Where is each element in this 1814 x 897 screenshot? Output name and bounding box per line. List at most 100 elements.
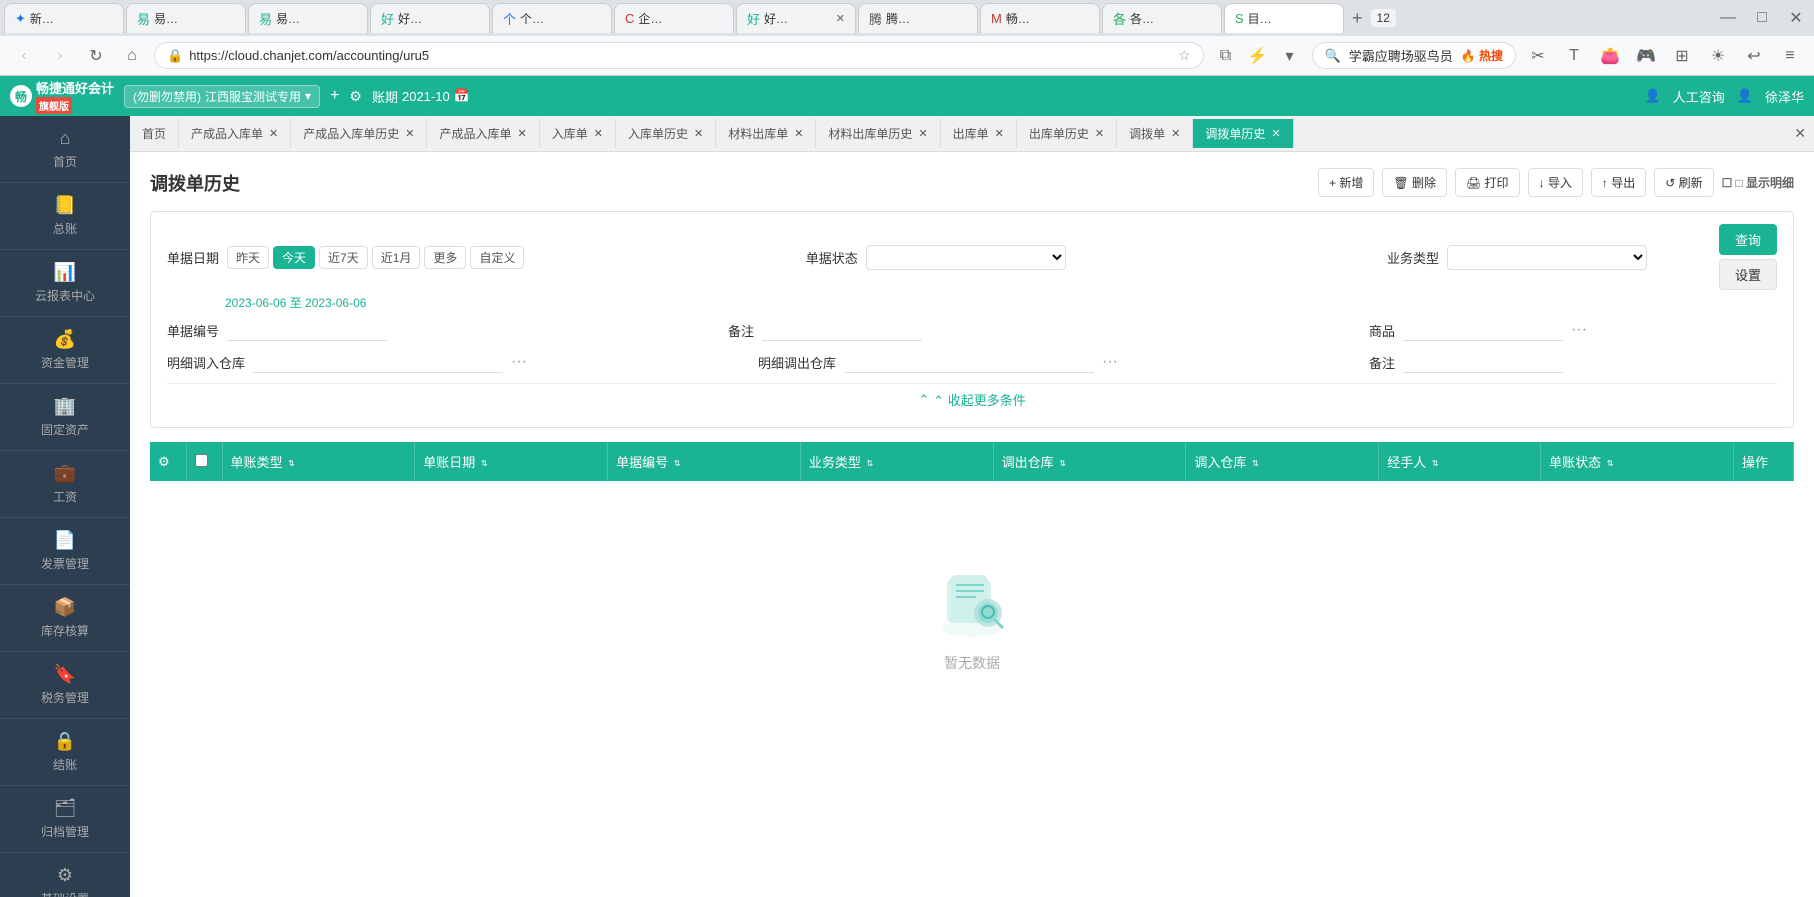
- sidebar-item-salary[interactable]: 💼 工资: [0, 451, 130, 518]
- tab-material-outbound-history-close[interactable]: ✕: [918, 127, 927, 140]
- sidebar-item-invoice[interactable]: 📄 发票管理: [0, 518, 130, 585]
- tab-transfer-close[interactable]: ✕: [1171, 127, 1180, 140]
- sort-out-wh-icon[interactable]: ⇅: [1059, 459, 1066, 468]
- sidebar-item-inventory[interactable]: 📦 库存核算: [0, 585, 130, 652]
- remarks2-input[interactable]: [1403, 351, 1563, 373]
- sort-in-wh-icon[interactable]: ⇅: [1252, 459, 1259, 468]
- tab-inbound[interactable]: 入库单 ✕: [540, 119, 616, 148]
- refresh-button[interactable]: ↺ 刷新: [1654, 168, 1713, 197]
- col-in-wh[interactable]: 调入仓库 ⇅: [1186, 442, 1379, 481]
- col-biz[interactable]: 业务类型 ⇅: [800, 442, 993, 481]
- sidebar-item-tax[interactable]: 🔖 税务管理: [0, 652, 130, 719]
- tab-material-outbound-close[interactable]: ✕: [794, 127, 803, 140]
- translate-icon[interactable]: T: [1560, 42, 1588, 70]
- date-btn-custom[interactable]: 自定义: [470, 246, 524, 269]
- biz-type-select[interactable]: [1447, 245, 1647, 270]
- new-tab-button[interactable]: +: [1346, 8, 1369, 29]
- tab-transfer-history-close[interactable]: ✕: [1271, 127, 1280, 140]
- sidebar-item-closing[interactable]: 🔒 结账: [0, 719, 130, 786]
- query-button[interactable]: 查询: [1719, 224, 1777, 255]
- boost-button[interactable]: ⚡: [1244, 42, 1272, 70]
- col-handler[interactable]: 经手人 ⇅: [1379, 442, 1541, 481]
- detail-in-dots-icon[interactable]: ···: [511, 353, 527, 371]
- sort-date-icon[interactable]: ⇅: [481, 459, 488, 468]
- service-label[interactable]: 人工咨询: [1673, 87, 1725, 106]
- theme-icon[interactable]: ☀: [1704, 42, 1732, 70]
- tab-product-inbound-history[interactable]: 产成品入库单历史 ✕: [291, 119, 427, 148]
- tab-material-outbound[interactable]: 材料出库单 ✕: [716, 119, 816, 148]
- browser-tab-5[interactable]: 个 个…: [492, 3, 612, 33]
- tab-product-inbound-history-close[interactable]: ✕: [405, 127, 414, 140]
- add-company-button[interactable]: +: [330, 87, 339, 105]
- tab-outbound-close[interactable]: ✕: [995, 127, 1004, 140]
- tab-transfer[interactable]: 调拨单 ✕: [1117, 119, 1193, 148]
- export-button[interactable]: ↑ 导出: [1591, 168, 1646, 197]
- new-button[interactable]: + 新增: [1318, 168, 1374, 197]
- back-button[interactable]: ‹: [10, 42, 38, 70]
- col-out-wh[interactable]: 调出仓库 ⇅: [993, 442, 1186, 481]
- close-all-tabs-button[interactable]: ✕: [1786, 119, 1814, 148]
- grid-icon[interactable]: ⊞: [1668, 42, 1696, 70]
- sidebar-item-home[interactable]: ⌂ 首页: [0, 116, 130, 183]
- forward-button[interactable]: ›: [46, 42, 74, 70]
- remarks-input[interactable]: [762, 319, 922, 341]
- sort-status-icon[interactable]: ⇅: [1607, 459, 1614, 468]
- browser-tab-8[interactable]: 腾 腾…: [858, 3, 978, 33]
- settings-icon[interactable]: ⚙: [349, 88, 362, 105]
- sort-handler-icon[interactable]: ⇅: [1432, 459, 1439, 468]
- detail-out-input[interactable]: [844, 351, 1094, 373]
- date-btn-yesterday[interactable]: 昨天: [227, 246, 269, 269]
- tab-product-inbound2-close[interactable]: ✕: [518, 127, 527, 140]
- sidebar-item-ledger[interactable]: 📒 总账: [0, 183, 130, 250]
- wallet-icon[interactable]: 👛: [1596, 42, 1624, 70]
- tab-transfer-history[interactable]: 调拨单历史 ✕: [1193, 119, 1293, 148]
- tab-material-outbound-history[interactable]: 材料出库单历史 ✕: [816, 119, 940, 148]
- delete-button[interactable]: 🗑 删除: [1382, 168, 1447, 197]
- status-select[interactable]: [866, 245, 1066, 270]
- sidebar-item-assets-mgmt[interactable]: 💰 资金管理: [0, 317, 130, 384]
- browser-tab-3[interactable]: 易 易…: [248, 3, 368, 33]
- browser-tab-7[interactable]: 好 好… ✕: [736, 3, 856, 33]
- search-bar[interactable]: 🔍 学霸应聘场驱鸟员 🔥 热搜: [1312, 42, 1516, 69]
- tab-product-inbound2[interactable]: 产成品入库单 ✕: [427, 119, 539, 148]
- sidebar-item-reports[interactable]: 📊 云报表中心: [0, 250, 130, 317]
- browser-tab-10[interactable]: 各 各…: [1102, 3, 1222, 33]
- period-selector[interactable]: 账期 2021-10 📅: [372, 87, 470, 106]
- show-cols-checkbox[interactable]: ☐: [1722, 176, 1733, 190]
- home-button[interactable]: ⌂: [118, 42, 146, 70]
- address-star-icon[interactable]: ☆: [1178, 47, 1191, 64]
- browser-tab-6[interactable]: C 企…: [614, 3, 734, 33]
- collapse-filter-button[interactable]: ⌃ ⌃ 收起更多条件: [167, 383, 1777, 415]
- tab-product-inbound[interactable]: 产成品入库单 ✕: [179, 119, 291, 148]
- scissors-icon[interactable]: ✂: [1524, 42, 1552, 70]
- date-btn-today[interactable]: 今天: [273, 246, 315, 269]
- menu-icon[interactable]: ≡: [1776, 42, 1804, 70]
- close-button[interactable]: ✕: [1782, 4, 1810, 32]
- browser-tab-9[interactable]: M 畅…: [980, 3, 1100, 33]
- import-button[interactable]: ↓ 导入: [1528, 168, 1583, 197]
- tab-inbound-close[interactable]: ✕: [594, 127, 603, 140]
- tab-outbound-history-close[interactable]: ✕: [1095, 127, 1104, 140]
- col-status[interactable]: 单账状态 ⇅: [1541, 442, 1734, 481]
- address-bar[interactable]: 🔒 https://cloud.chanjet.com/accounting/u…: [154, 42, 1204, 69]
- filter-settings-button[interactable]: 设置: [1719, 259, 1777, 290]
- sidebar-item-fixed-assets[interactable]: 🏢 固定资产: [0, 384, 130, 451]
- sidebar-item-archive[interactable]: 🗂 归档管理: [0, 786, 130, 853]
- sort-biz-icon[interactable]: ⇅: [866, 459, 873, 468]
- undo-icon[interactable]: ↩: [1740, 42, 1768, 70]
- tab-outbound-history[interactable]: 出库单历史 ✕: [1017, 119, 1117, 148]
- tab-product-inbound-close[interactable]: ✕: [269, 127, 278, 140]
- voucher-num-input[interactable]: [227, 319, 387, 341]
- table-gear-column[interactable]: ⚙: [150, 442, 186, 481]
- browser-tab-1[interactable]: ✦ 新…: [4, 3, 124, 33]
- user-name[interactable]: 徐泽华: [1765, 87, 1804, 106]
- col-date[interactable]: 单账日期 ⇅: [415, 442, 608, 481]
- reload-button[interactable]: ↻: [82, 42, 110, 70]
- maximize-button[interactable]: □: [1748, 4, 1776, 32]
- date-btn-1month[interactable]: 近1月: [372, 246, 421, 269]
- company-selector[interactable]: (勿删勿禁用) 江西服宝测试专用 ▾: [124, 85, 320, 108]
- tab-inbound-history[interactable]: 入库单历史 ✕: [616, 119, 716, 148]
- tab-inbound-history-close[interactable]: ✕: [694, 127, 703, 140]
- sort-type-icon[interactable]: ⇅: [288, 459, 295, 468]
- gear-icon[interactable]: ⚙: [158, 454, 170, 469]
